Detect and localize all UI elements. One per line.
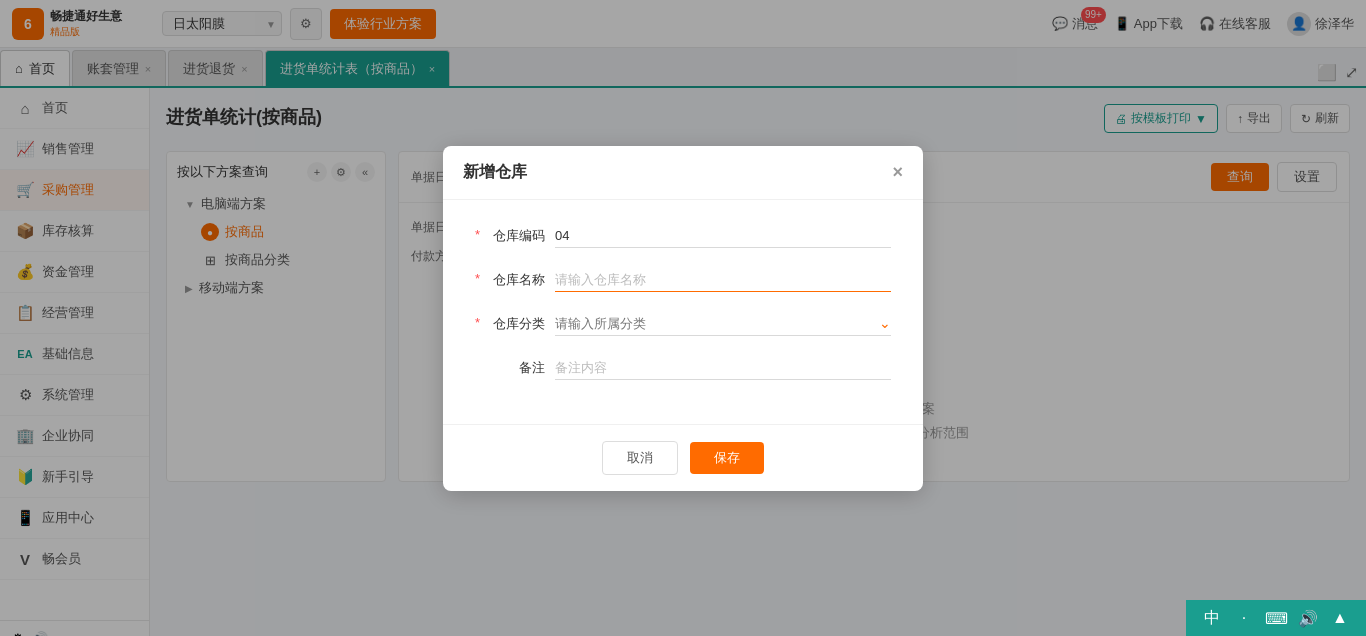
category-dropdown-icon[interactable]: ⌄	[879, 315, 891, 331]
form-row-category: 仓库分类 ⌄	[475, 312, 891, 336]
bottom-bar: 中 · ⌨ 🔊 ▲	[1186, 600, 1366, 636]
form-label-name: 仓库名称	[475, 271, 555, 289]
modal-overlay: 新增仓库 × 仓库编码 仓库名称 仓库分类 ⌄	[0, 0, 1366, 636]
warehouse-note-input[interactable]	[555, 356, 891, 380]
modal-footer: 取消 保存	[443, 424, 923, 491]
add-warehouse-modal: 新增仓库 × 仓库编码 仓库名称 仓库分类 ⌄	[443, 146, 923, 491]
modal-header: 新增仓库 ×	[443, 146, 923, 200]
modal-close-button[interactable]: ×	[892, 163, 903, 181]
bottom-icon-speaker[interactable]: 🔊	[1294, 604, 1322, 632]
bottom-icon-zh[interactable]: 中	[1198, 604, 1226, 632]
warehouse-code-input[interactable]	[555, 224, 891, 248]
form-row-code: 仓库编码	[475, 224, 891, 248]
form-label-note: 备注	[475, 359, 555, 377]
bottom-icon-up[interactable]: ▲	[1326, 604, 1354, 632]
bottom-icon-keyboard[interactable]: ⌨	[1262, 604, 1290, 632]
form-row-name: 仓库名称	[475, 268, 891, 292]
form-label-code: 仓库编码	[475, 227, 555, 245]
form-label-category: 仓库分类	[475, 315, 555, 333]
form-row-note: 备注	[475, 356, 891, 380]
modal-body: 仓库编码 仓库名称 仓库分类 ⌄ 备注	[443, 200, 923, 424]
save-button[interactable]: 保存	[690, 442, 764, 474]
cancel-button[interactable]: 取消	[602, 441, 678, 475]
modal-title: 新增仓库	[463, 162, 527, 183]
warehouse-category-input[interactable]	[555, 312, 879, 335]
category-select-row: ⌄	[555, 312, 891, 336]
warehouse-name-input[interactable]	[555, 268, 891, 292]
bottom-icon-dot[interactable]: ·	[1230, 604, 1258, 632]
